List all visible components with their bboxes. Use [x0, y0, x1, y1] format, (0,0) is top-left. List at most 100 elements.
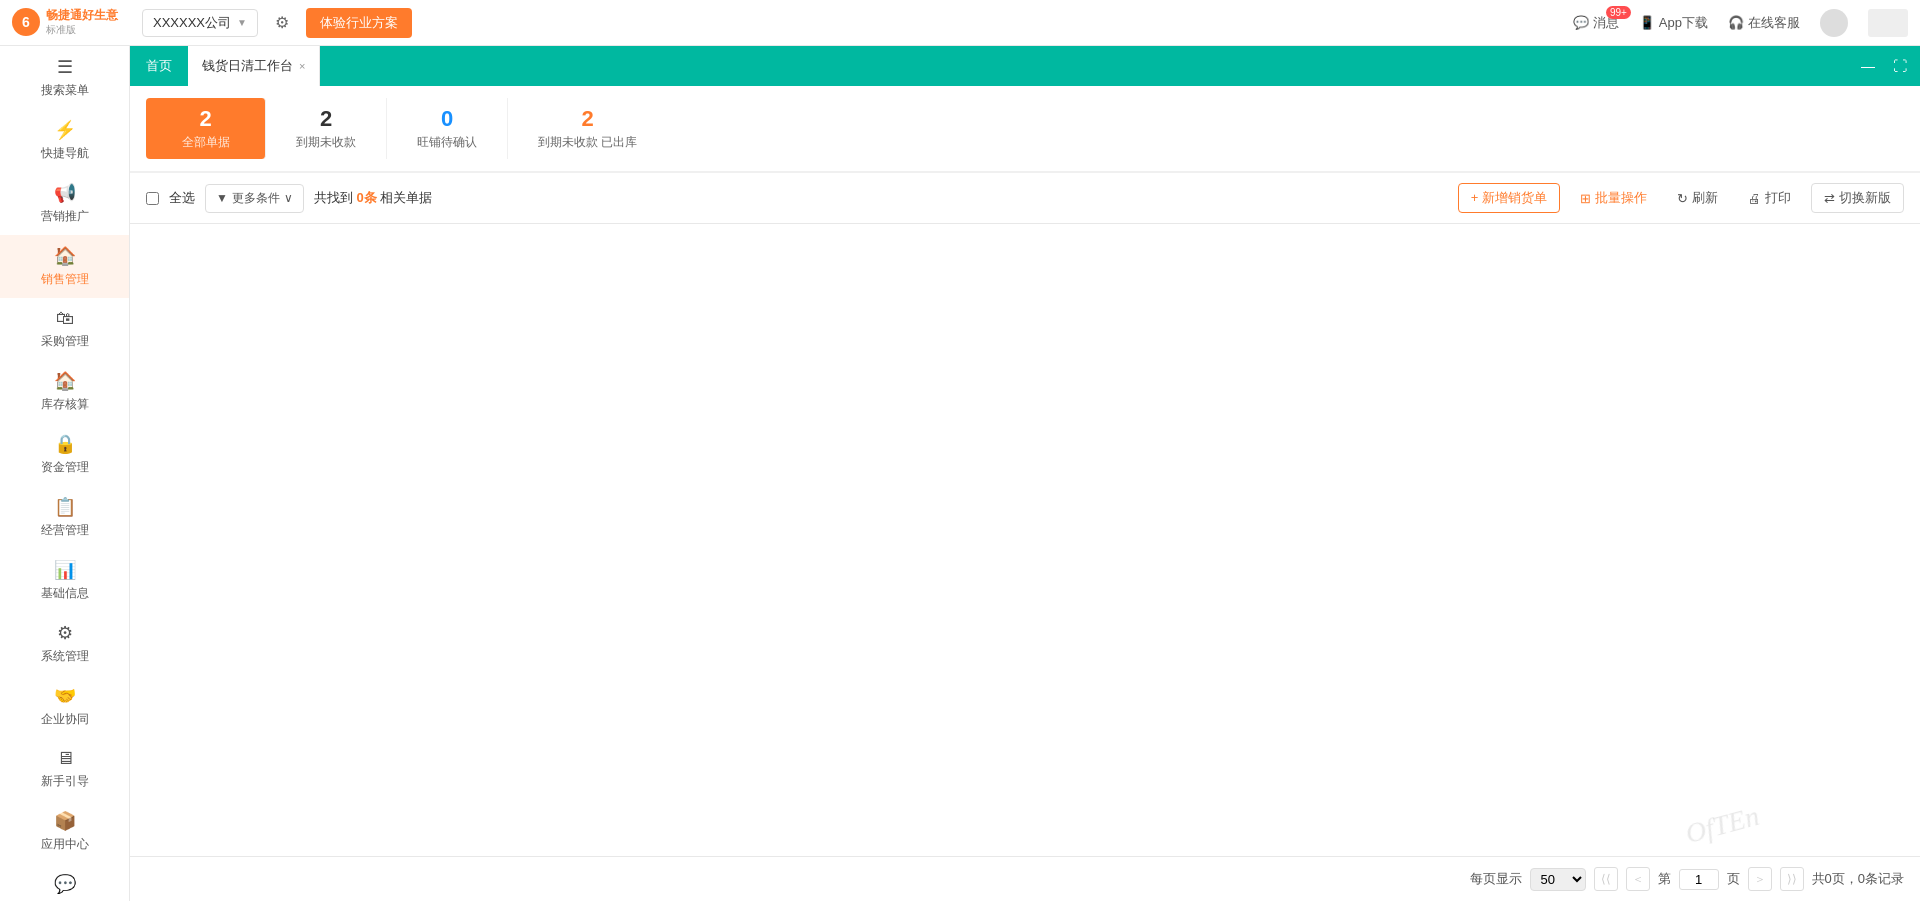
tab-home[interactable]: 首页 [130, 46, 188, 86]
logo-icon: 6 [12, 8, 40, 36]
select-all-checkbox[interactable] [146, 192, 159, 205]
sidebar: ☰ 搜索菜单 ⚡ 快捷导航 📢 营销推广 🏠 销售管理 🛍 采购管理 🏠 库存核… [0, 46, 130, 901]
company-selector[interactable]: XXXXXX公司 ▼ [142, 9, 258, 37]
sidebar-item-新手引导[interactable]: 🖥 新手引导 [0, 738, 129, 800]
stat-number-1: 2 [320, 106, 332, 132]
app-download-btn[interactable]: 📱 App下载 [1639, 14, 1708, 32]
filter-button[interactable]: ▼ 更多条件 ∨ [205, 184, 304, 213]
switch-icon: ⇄ [1824, 191, 1835, 206]
stat-card-1[interactable]: 2 到期未收款 [266, 98, 387, 159]
sidebar-label-11: 新手引导 [41, 773, 89, 790]
sidebar-icon-10: 🤝 [54, 685, 76, 707]
sidebar-label-7: 经营管理 [41, 522, 89, 539]
logo-area: 6 畅捷通好生意 标准版 [12, 8, 142, 36]
batch-btn[interactable]: ⊞ 批量操作 [1570, 184, 1657, 212]
sidebar-item-搜索菜单[interactable]: ☰ 搜索菜单 [0, 46, 129, 109]
message-icon: 💬 [1573, 15, 1589, 30]
online-service-btn[interactable]: 🎧 在线客服 [1728, 14, 1800, 32]
found-text: 共找到 0条 相关单据 [314, 189, 432, 207]
filter-icon: ▼ [216, 191, 228, 205]
download-icon: 📱 [1639, 15, 1655, 30]
sidebar-item-快捷导航[interactable]: ⚡ 快捷导航 [0, 109, 129, 172]
sidebar-item-企业协同[interactable]: 🤝 企业协同 [0, 675, 129, 738]
print-icon: 🖨 [1748, 191, 1761, 206]
sidebar-item-采购管理[interactable]: 🛍 采购管理 [0, 298, 129, 360]
sidebar-label-3: 销售管理 [41, 271, 89, 288]
last-page-btn[interactable]: ⟩⟩ [1780, 867, 1804, 891]
sidebar-item-系统管理[interactable]: ⚙ 系统管理 [0, 612, 129, 675]
sidebar-item-资金管理[interactable]: 🔒 资金管理 [0, 423, 129, 486]
tab-close-icon[interactable]: × [299, 60, 305, 72]
sidebar-item-库存核算[interactable]: 🏠 库存核算 [0, 360, 129, 423]
toolbar: 全选 ▼ 更多条件 ∨ 共找到 0条 相关单据 + 新增销货单 ⊞ [130, 173, 1920, 224]
username-label [1868, 9, 1908, 37]
stat-label-0: 全部单据 [182, 134, 230, 151]
page-input[interactable] [1679, 869, 1719, 890]
batch-icon: ⊞ [1580, 191, 1591, 206]
page-label2: 页 [1727, 870, 1740, 888]
logo-sub: 标准版 [46, 23, 118, 37]
stat-label-3: 到期未收款 已出库 [538, 134, 637, 151]
tab-bar: 首页 钱货日清工作台 × — ⛶ [130, 46, 1920, 86]
sidebar-label-2: 营销推广 [41, 208, 89, 225]
toolbar-right: + 新增销货单 ⊞ 批量操作 ↻ 刷新 🖨 打印 ⇄ [1458, 183, 1904, 213]
tab-minimize-btn[interactable]: — [1856, 54, 1880, 78]
stat-label-1: 到期未收款 [296, 134, 356, 151]
pagination-bar: 每页显示 50 100 200 ⟨⟨ ＜ 第 页 ＞ ⟩⟩ 共0页，0条记录 [130, 856, 1920, 901]
tab-active[interactable]: 钱货日清工作台 × [188, 46, 320, 86]
select-all-label: 全选 [169, 189, 195, 207]
toolbar-left: 全选 ▼ 更多条件 ∨ 共找到 0条 相关单据 [146, 184, 1448, 213]
page-size-label: 每页显示 [1470, 870, 1522, 888]
sidebar-label-10: 企业协同 [41, 711, 89, 728]
switch-version-btn[interactable]: ⇄ 切换新版 [1811, 183, 1904, 213]
sidebar-icon-6: 🔒 [54, 433, 76, 455]
sidebar-label-12: 应用中心 [41, 836, 89, 853]
first-page-btn[interactable]: ⟨⟨ [1594, 867, 1618, 891]
stat-card-0[interactable]: 2 全部单据 [146, 98, 266, 159]
next-page-btn[interactable]: ＞ [1748, 867, 1772, 891]
experience-btn[interactable]: 体验行业方案 [306, 8, 412, 38]
message-badge: 99+ [1606, 6, 1631, 19]
stat-number-0: 2 [199, 106, 211, 132]
stat-card-3[interactable]: 2 到期未收款 已出库 [508, 98, 667, 159]
settings-button[interactable]: ⚙ [266, 7, 298, 39]
sidebar-label-1: 快捷导航 [41, 145, 89, 162]
sidebar-item-基础信息[interactable]: 📊 基础信息 [0, 549, 129, 612]
sidebar-icon-7: 📋 [54, 496, 76, 518]
sidebar-item-应用中心[interactable]: 📦 应用中心 [0, 800, 129, 863]
found-count: 0条 [357, 190, 377, 205]
sidebar-label-9: 系统管理 [41, 648, 89, 665]
sidebar-label-5: 库存核算 [41, 396, 89, 413]
stat-number-2: 0 [441, 106, 453, 132]
sidebar-item-营销推广[interactable]: 📢 营销推广 [0, 172, 129, 235]
prev-page-btn[interactable]: ＜ [1626, 867, 1650, 891]
print-btn[interactable]: 🖨 打印 [1738, 184, 1801, 212]
sidebar-item-企业微信[interactable]: 💬 企业微信 [0, 863, 129, 901]
page-label: 第 [1658, 870, 1671, 888]
logo-title: 畅捷通好生意 [46, 8, 118, 22]
sidebar-icon-5: 🏠 [54, 370, 76, 392]
sidebar-item-销售管理[interactable]: 🏠 销售管理 [0, 235, 129, 298]
chevron-down-icon: ▼ [237, 17, 247, 28]
table-area [130, 224, 1920, 856]
new-order-btn[interactable]: + 新增销货单 [1458, 183, 1560, 213]
sidebar-icon-12: 📦 [54, 810, 76, 832]
stat-card-2[interactable]: 0 旺铺待确认 [387, 98, 508, 159]
main-layout: ☰ 搜索菜单 ⚡ 快捷导航 📢 营销推广 🏠 销售管理 🛍 采购管理 🏠 库存核… [0, 46, 1920, 901]
sidebar-icon-1: ⚡ [54, 119, 76, 141]
top-header: 6 畅捷通好生意 标准版 XXXXXX公司 ▼ ⚙ 体验行业方案 💬 消息 99… [0, 0, 1920, 46]
sidebar-icon-11: 🖥 [56, 748, 74, 769]
right-panel: 首页 钱货日清工作台 × — ⛶ 2 全部单据 2 到期未收款 0 旺铺待确认 … [130, 46, 1920, 901]
refresh-icon: ↻ [1677, 191, 1688, 206]
sidebar-item-经营管理[interactable]: 📋 经营管理 [0, 486, 129, 549]
company-name: XXXXXX公司 [153, 14, 231, 32]
message-btn[interactable]: 💬 消息 99+ [1573, 14, 1619, 32]
headset-icon: 🎧 [1728, 15, 1744, 30]
sidebar-icon-4: 🛍 [56, 308, 74, 329]
tab-active-label: 钱货日清工作台 [202, 57, 293, 75]
tab-expand-btn[interactable]: ⛶ [1888, 54, 1912, 78]
refresh-btn[interactable]: ↻ 刷新 [1667, 184, 1728, 212]
page-size-select[interactable]: 50 100 200 [1530, 868, 1586, 891]
chevron-icon: ∨ [284, 191, 293, 205]
avatar[interactable] [1820, 9, 1848, 37]
